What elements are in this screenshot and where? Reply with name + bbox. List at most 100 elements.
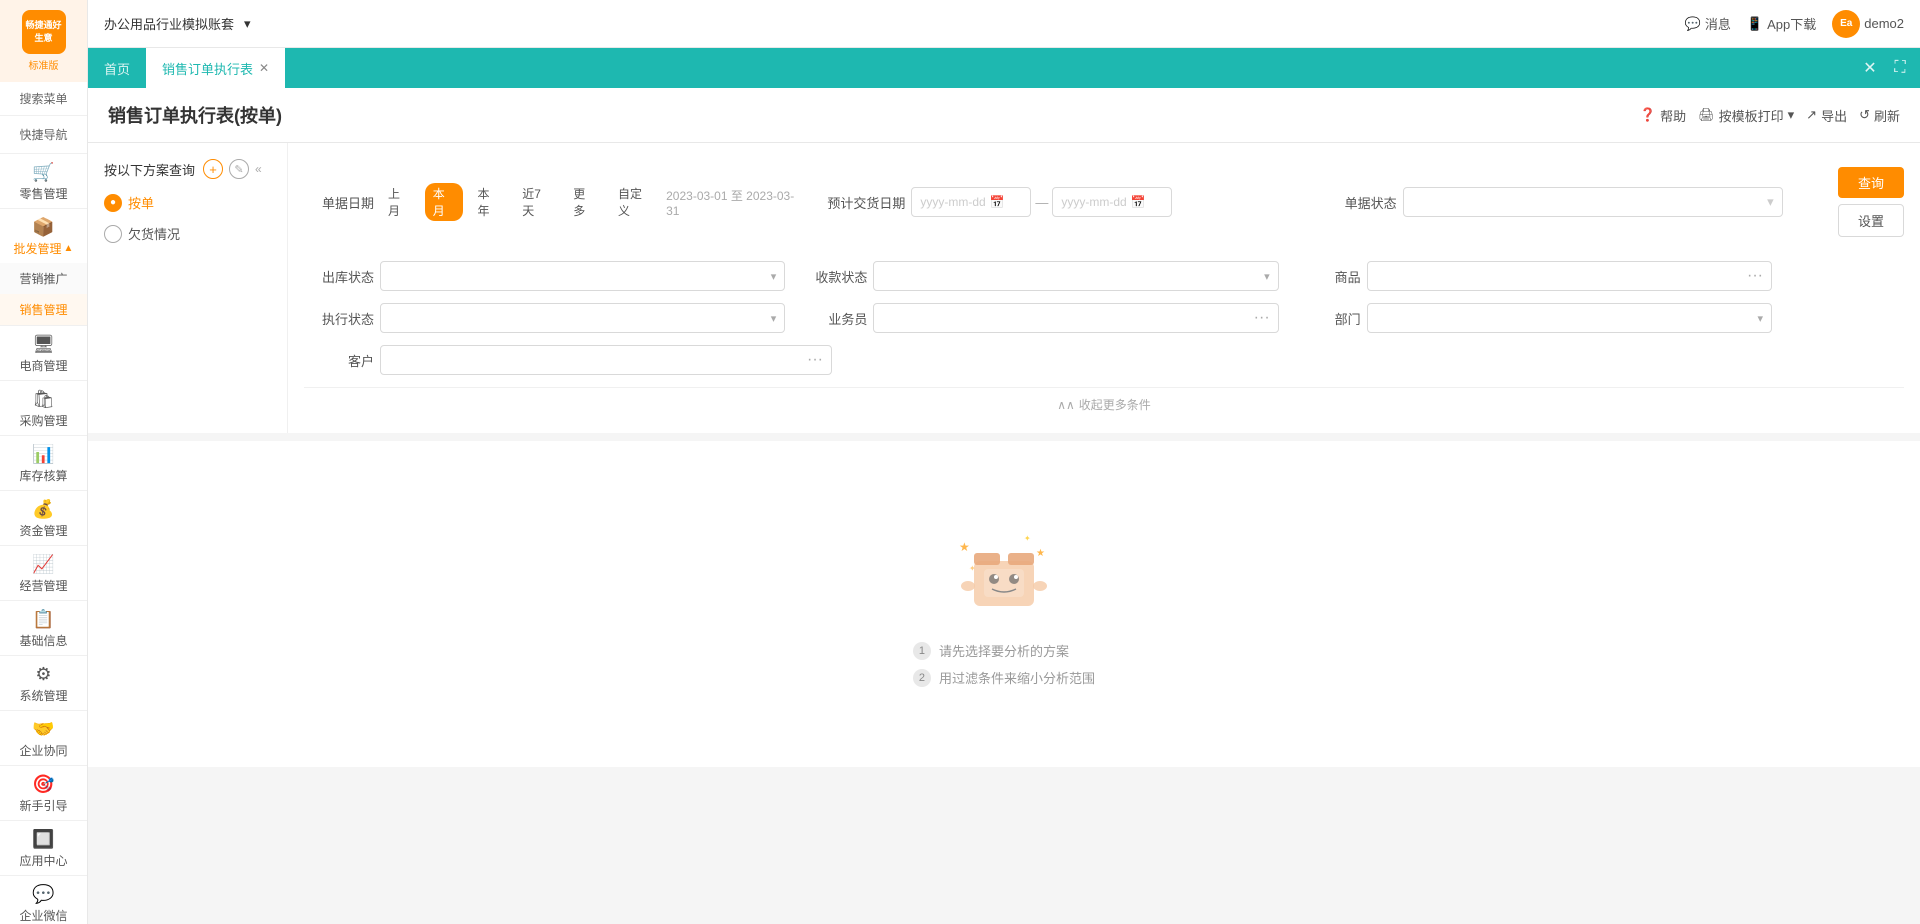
sidebar-item-system[interactable]: ⚙ 系统管理 <box>0 656 87 711</box>
settings-btn[interactable]: 设置 <box>1838 204 1904 237</box>
goods-dots[interactable]: ··· <box>1747 267 1763 285</box>
exec-status-select[interactable]: ▾ <box>380 303 785 333</box>
tab-close-btn[interactable]: ✕ <box>259 61 269 75</box>
apps-menu[interactable]: 🔲 应用中心 <box>0 821 87 875</box>
out-status-select[interactable]: ▾ <box>380 261 785 291</box>
fullscreen-btn[interactable]: ⛶ <box>1888 56 1912 80</box>
logo-icon: 畅捷通好生意 <box>22 10 66 54</box>
message-btn[interactable]: 💬 消息 <box>1685 14 1731 33</box>
by-debt-icon <box>104 225 122 243</box>
expected-date-group: 预计交货日期 yyyy-mm-dd 📅 — yyyy-mm-dd 📅 <box>815 187 1314 217</box>
refresh-btn[interactable]: ↺ 刷新 <box>1859 106 1900 125</box>
expected-date-end[interactable]: yyyy-mm-dd 📅 <box>1052 187 1172 217</box>
help-label: 帮助 <box>1660 106 1686 125</box>
system-menu[interactable]: ⚙ 系统管理 <box>0 656 87 710</box>
svg-text:✦: ✦ <box>1024 534 1031 543</box>
inventory-menu[interactable]: 📊 库存核算 <box>0 436 87 490</box>
date-options: 上月 本月 本年 近7天 更多 自定义 <box>380 183 660 221</box>
quick-nav-label[interactable]: 快捷导航 <box>0 122 87 147</box>
wechat-menu[interactable]: 💬 企业微信 <box>0 876 87 924</box>
tab-home[interactable]: 首页 <box>88 48 146 88</box>
filter-layout: 按以下方案查询 + ✎ « ● <box>88 143 1920 433</box>
customer-dots[interactable]: ··· <box>807 351 823 369</box>
sidebar-item-basic[interactable]: 📋 基础信息 <box>0 601 87 656</box>
filter-item-by-order[interactable]: ● 按单 <box>88 187 287 218</box>
dept-select[interactable]: ▾ <box>1367 303 1772 333</box>
doc-status-group: 单据状态 ▾ <box>1327 187 1826 217</box>
basic-menu[interactable]: 📋 基础信息 <box>0 601 87 655</box>
sidebar-item-wholesale[interactable]: 📦 批发管理 ▲ 营销推广 销售管理 <box>0 209 87 326</box>
date-more[interactable]: 更多 <box>565 183 604 221</box>
filter-item-by-debt[interactable]: 欠货情况 <box>88 218 287 249</box>
filter-edit-btn[interactable]: ✎ <box>229 159 249 179</box>
app-download-btn[interactable]: 📱 App下载 <box>1747 14 1816 33</box>
filter-add-btn[interactable]: + <box>203 159 223 179</box>
purchase-icon: 🛍 <box>32 389 55 410</box>
user-profile[interactable]: Ea demo2 <box>1832 10 1904 38</box>
sidebar-item-newbie[interactable]: 🎯 新手引导 <box>0 766 87 821</box>
sidebar-item-purchase[interactable]: 🛍 采购管理 <box>0 381 87 436</box>
customer-select[interactable]: ··· <box>380 345 832 375</box>
purchase-menu[interactable]: 🛍 采购管理 <box>0 381 87 435</box>
goods-select[interactable]: ··· <box>1367 261 1772 291</box>
svg-text:✦: ✦ <box>969 564 976 573</box>
newbie-label: 新手引导 <box>19 797 67 814</box>
expected-date-start[interactable]: yyyy-mm-dd 📅 <box>911 187 1031 217</box>
newbie-menu[interactable]: 🎯 新手引导 <box>0 766 87 820</box>
page-header: 销售订单执行表(按单) ❓ 帮助 🖨 按模板打印 ▾ ↗ 导出 ↺ 刷新 <box>88 88 1920 143</box>
help-btn[interactable]: ❓ 帮助 <box>1640 106 1686 125</box>
sidebar-item-sales[interactable]: 销售管理 <box>0 294 87 325</box>
sidebar-item-marketing[interactable]: 营销推广 <box>0 263 87 294</box>
date-current-year[interactable]: 本年 <box>469 183 508 221</box>
app-logo[interactable]: 畅捷通好生意 标准版 <box>0 0 87 82</box>
calendar-start-icon: 📅 <box>990 195 1005 209</box>
collapse-more-btn[interactable]: ∧∧ 收起更多条件 <box>304 387 1904 421</box>
print-dropdown-icon[interactable]: ▾ <box>1788 107 1795 123</box>
sidebar-item-inventory[interactable]: 📊 库存核算 <box>0 436 87 491</box>
wholesale-menu[interactable]: 📦 批发管理 ▲ <box>0 209 87 263</box>
search-menu[interactable]: 搜索菜单 <box>0 82 87 116</box>
doc-status-select[interactable]: ▾ <box>1403 187 1783 217</box>
sidebar-item-ecommerce[interactable]: 🖥 电商管理 <box>0 326 87 381</box>
receipt-status-select[interactable]: ▾ <box>873 261 1278 291</box>
filter-row-4: 客户 ··· <box>304 345 1904 375</box>
print-btn[interactable]: 🖨 按模板打印 ▾ <box>1698 106 1794 125</box>
filter-sidebar-title: 按以下方案查询 + ✎ « <box>88 155 287 187</box>
finance-menu[interactable]: 💰 资金管理 <box>0 491 87 545</box>
refresh-icon: ↺ <box>1859 107 1870 123</box>
date-custom[interactable]: 自定义 <box>610 183 660 221</box>
query-btn[interactable]: 查询 <box>1838 167 1904 198</box>
sidebar-item-operations[interactable]: 📈 经营管理 <box>0 546 87 601</box>
main-content: 办公用品行业模拟账套 ▾ 💬 消息 📱 App下载 Ea demo2 首页 <box>88 0 1920 924</box>
retail-menu[interactable]: 🛒 零售管理 <box>0 154 87 208</box>
filter-add-icon: + <box>209 162 217 177</box>
date-7days[interactable]: 近7天 <box>514 183 559 221</box>
close-window-btn[interactable]: ✕ <box>1858 56 1882 80</box>
tab-sales-order-label: 销售订单执行表 <box>162 59 253 78</box>
date-label: 单据日期 <box>304 193 374 212</box>
topbar-dropdown[interactable]: ▾ <box>244 16 251 32</box>
sidebar-item-apps[interactable]: 🔲 应用中心 <box>0 821 87 876</box>
enterprise-menu[interactable]: 🤝 企业协同 <box>0 711 87 765</box>
apps-icon: 🔲 <box>32 829 54 850</box>
sidebar-item-enterprise[interactable]: 🤝 企业协同 <box>0 711 87 766</box>
operations-menu[interactable]: 📈 经营管理 <box>0 546 87 600</box>
salesperson-dots[interactable]: ··· <box>1254 309 1270 327</box>
date-current-month[interactable]: 本月 <box>425 183 464 221</box>
doc-status-label: 单据状态 <box>1327 193 1397 212</box>
salesperson-select[interactable]: ··· <box>873 303 1278 333</box>
message-label: 消息 <box>1705 14 1731 33</box>
export-btn[interactable]: ↗ 导出 <box>1806 106 1847 125</box>
filter-collapse-btn[interactable]: « <box>255 162 262 176</box>
search-menu-label[interactable]: 搜索菜单 <box>19 92 67 106</box>
expected-date-inputs: yyyy-mm-dd 📅 — yyyy-mm-dd 📅 <box>911 187 1172 217</box>
sidebar-item-retail[interactable]: 🛒 零售管理 <box>0 154 87 209</box>
tab-sales-order[interactable]: 销售订单执行表 ✕ <box>146 48 285 88</box>
tip-text-2: 用过滤条件来缩小分析范围 <box>939 668 1095 687</box>
date-prev-month[interactable]: 上月 <box>380 183 419 221</box>
quick-nav[interactable]: 快捷导航 <box>0 116 87 154</box>
sidebar-item-wechat[interactable]: 💬 企业微信 <box>0 876 87 924</box>
sidebar-item-finance[interactable]: 💰 资金管理 <box>0 491 87 546</box>
ecommerce-menu[interactable]: 🖥 电商管理 <box>0 326 87 380</box>
goods-group: 商品 ··· <box>1291 261 1772 291</box>
